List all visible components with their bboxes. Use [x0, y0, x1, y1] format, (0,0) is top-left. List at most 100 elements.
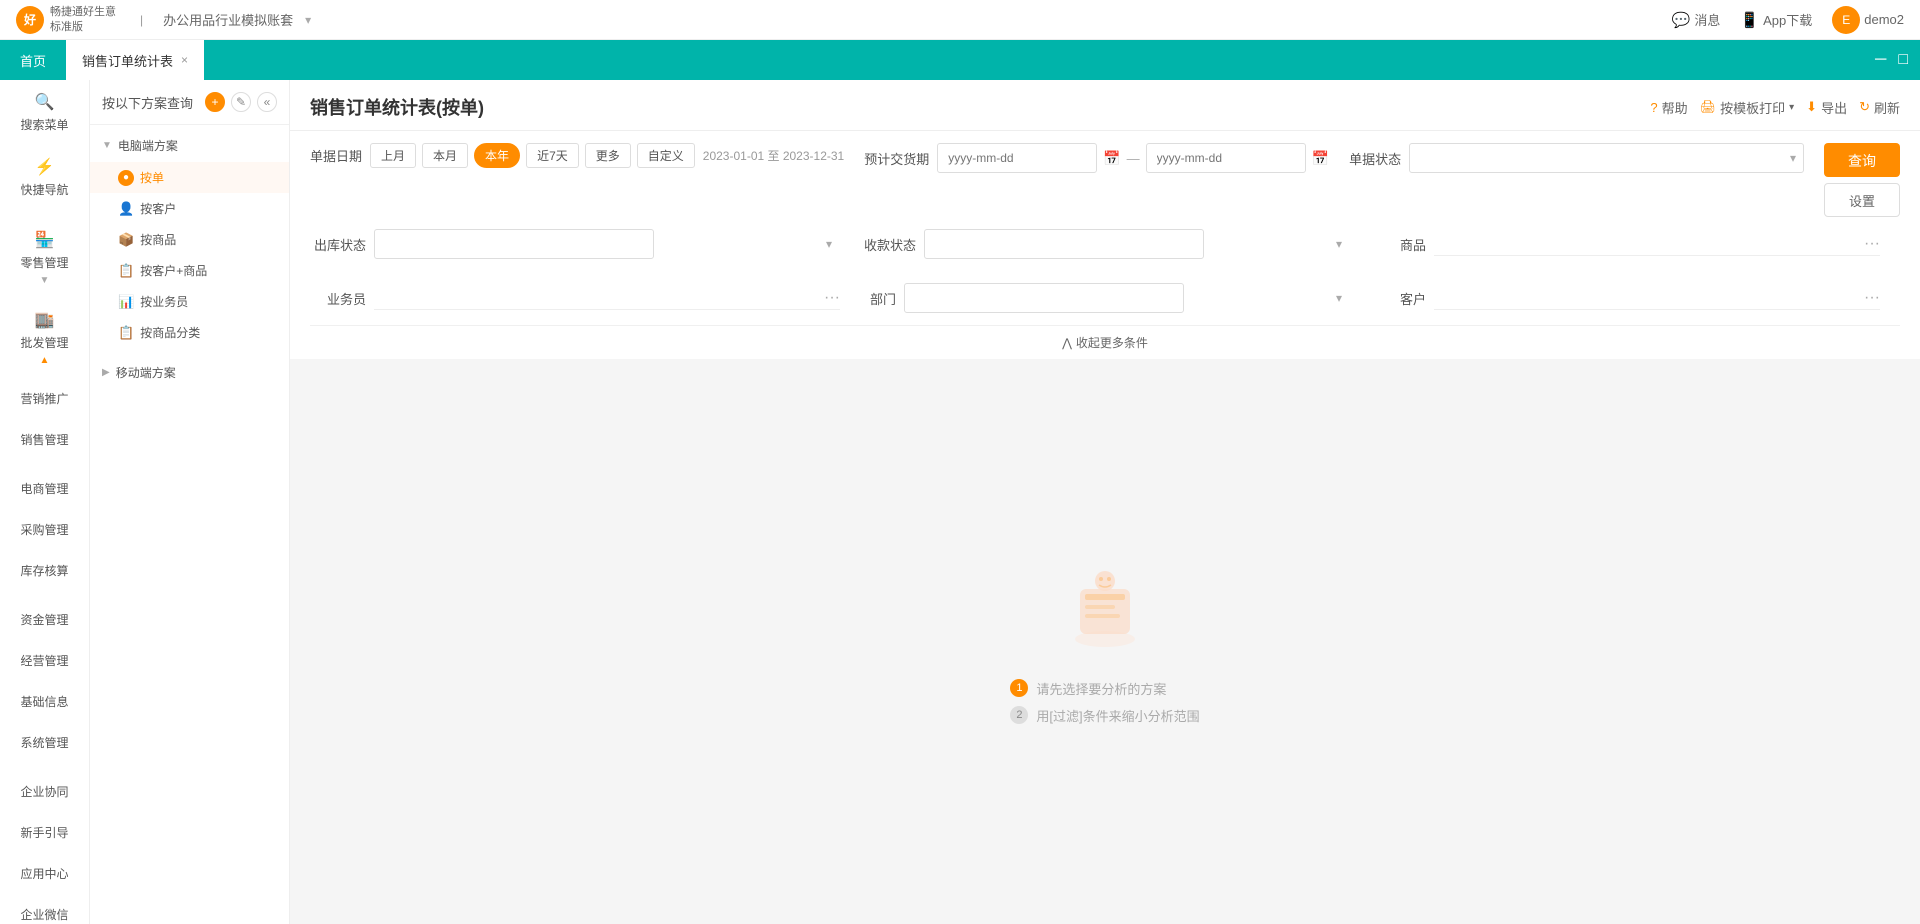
- goods-icon: 📦: [118, 232, 134, 248]
- delivery-status-select[interactable]: [374, 229, 654, 259]
- delivery-dropdown-icon: ▾: [826, 237, 832, 251]
- payment-status-label: 收款状态: [860, 235, 916, 254]
- sidebar-item-quick-nav[interactable]: ⚡ 快捷导航: [0, 145, 89, 210]
- pc-section-header[interactable]: ▼ 电脑端方案: [90, 129, 289, 162]
- sidebar-item-appstore[interactable]: 应用中心: [0, 853, 89, 894]
- doc-status-select[interactable]: [1409, 143, 1804, 173]
- scheme-by-category[interactable]: 📋 按商品分类: [90, 317, 289, 348]
- scheme-by-customer[interactable]: 👤 按客户: [90, 193, 289, 224]
- app-download-btn[interactable]: 📱 App下载: [1740, 10, 1812, 29]
- scheme-by-goods[interactable]: 📦 按商品: [90, 224, 289, 255]
- sidebar-item-sales[interactable]: 销售管理: [0, 419, 89, 460]
- tab-close-btn[interactable]: ×: [181, 53, 188, 67]
- logo-text: 畅捷通好生意 标准版: [50, 5, 116, 34]
- mobile-section: ▶ 移动端方案: [90, 352, 289, 393]
- sidebar-item-system[interactable]: 系统管理: [0, 722, 89, 763]
- page-actions: ? 帮助 🖨 按模板打印 ▾ ⬇ 导出 ↻: [1650, 98, 1900, 117]
- message-icon: 💬: [1672, 11, 1691, 29]
- tab-bar-actions: ─ □: [1875, 51, 1920, 69]
- date-label: 单据日期: [310, 146, 362, 165]
- scheme-by-order[interactable]: ● 按单: [90, 162, 289, 193]
- template-print-btn[interactable]: 🖨 按模板打印 ▾: [1700, 98, 1795, 117]
- top-bar: 好 畅捷通好生意 标准版 | 办公用品行业模拟账套 ▾ 💬 消息 📱 App下载…: [0, 0, 1920, 40]
- industry-label: 办公用品行业模拟账套: [163, 10, 293, 29]
- sidebar-item-purchase[interactable]: 采购管理: [0, 509, 89, 550]
- sidebar-item-marketing[interactable]: 营销推广: [0, 378, 89, 419]
- sidebar-item-operation[interactable]: 经营管理: [0, 640, 89, 681]
- empty-tip-1: 1 请先选择要分析的方案: [1010, 679, 1199, 698]
- sidebar-item-basic[interactable]: 基础信息: [0, 681, 89, 722]
- message-btn[interactable]: 💬 消息: [1672, 10, 1721, 29]
- customer-input[interactable]: [1434, 287, 1860, 309]
- search-btn[interactable]: 查询: [1824, 143, 1900, 177]
- date-btn-this-year[interactable]: 本年: [474, 143, 520, 168]
- edit-scheme-btn[interactable]: ✎: [231, 92, 251, 112]
- filter-section: 单据日期 上月 本月 本年 近7天 更多 自定义 2023-01-01 至 20…: [290, 131, 1920, 359]
- collapse-icon: ⋀: [1062, 336, 1072, 350]
- tab-sales-stats[interactable]: 销售订单统计表 ×: [66, 40, 204, 80]
- scheme-by-customer-goods[interactable]: 📋 按客户+商品: [90, 255, 289, 286]
- collapse-bar[interactable]: ⋀ 收起更多条件: [310, 325, 1900, 359]
- sidebar-item-finance[interactable]: 资金管理: [0, 599, 89, 640]
- main-content: 销售订单统计表(按单) ? 帮助 🖨 按模板打印 ▾ ⬇: [290, 80, 1920, 924]
- sidebar-item-wechat[interactable]: 企业微信: [0, 894, 89, 924]
- date-btn-custom[interactable]: 自定义: [637, 143, 695, 168]
- industry-dropdown-icon[interactable]: ▾: [305, 13, 311, 27]
- scheme-by-salesperson[interactable]: 📊 按业务员: [90, 286, 289, 317]
- tab-minimize-btn[interactable]: ─: [1875, 51, 1886, 69]
- date-btn-more[interactable]: 更多: [585, 143, 631, 168]
- left-panel-actions: + ✎ «: [205, 92, 277, 112]
- chevron-right-icon-mobile: ▶: [102, 367, 110, 378]
- collapse-panel-btn[interactable]: «: [257, 92, 277, 112]
- goods-input[interactable]: [1434, 233, 1860, 255]
- sidebar-item-retail[interactable]: 🏪 零售管理 ▼: [0, 218, 89, 298]
- tab-home[interactable]: 首页: [0, 40, 66, 80]
- customer-more-icon[interactable]: ···: [1864, 289, 1880, 307]
- user-menu[interactable]: E demo2: [1832, 6, 1904, 34]
- department-label: 部门: [860, 289, 896, 308]
- refresh-btn[interactable]: ↻ 刷新: [1859, 98, 1900, 117]
- delivery-date-end[interactable]: [1146, 143, 1306, 173]
- add-scheme-btn[interactable]: +: [205, 92, 225, 112]
- sidebar-item-ecommerce[interactable]: 电商管理: [0, 468, 89, 509]
- date-btn-last-month[interactable]: 上月: [370, 143, 416, 168]
- sidebar-item-wholesale[interactable]: 🏬 批发管理 ▲: [0, 298, 89, 378]
- left-panel: 按以下方案查询 + ✎ « ▼ 电脑端方案 ● 按单 👤 按客户: [90, 80, 290, 924]
- top-bar-left: 好 畅捷通好生意 标准版 | 办公用品行业模拟账套 ▾: [16, 5, 311, 34]
- salesperson-icon: 📊: [118, 294, 134, 310]
- empty-illustration: [1055, 559, 1155, 659]
- sidebar-item-newbie[interactable]: 新手引导: [0, 812, 89, 853]
- avatar: E: [1832, 6, 1860, 34]
- sidebar-item-enterprise[interactable]: 企业协同: [0, 771, 89, 812]
- tab-maximize-btn[interactable]: □: [1898, 51, 1908, 69]
- help-btn[interactable]: ? 帮助: [1650, 98, 1687, 117]
- sidebar: 🔍 搜索菜单 ⚡ 快捷导航 🏪 零售管理 ▼ 🏬 批发管理 ▲ 营销推广 销售管…: [0, 80, 90, 924]
- sidebar-item-search-menu[interactable]: 🔍 搜索菜单: [0, 80, 89, 145]
- customer-filter-label: 客户: [1390, 289, 1426, 308]
- content-area: 按以下方案查询 + ✎ « ▼ 电脑端方案 ● 按单 👤 按客户: [90, 80, 1920, 924]
- export-btn[interactable]: ⬇ 导出: [1806, 98, 1847, 117]
- settings-btn[interactable]: 设置: [1824, 183, 1900, 217]
- customer-goods-icon: 📋: [118, 263, 134, 279]
- help-icon: ?: [1650, 100, 1657, 115]
- chevron-up-icon: ▲: [40, 355, 50, 366]
- goods-more-icon[interactable]: ···: [1864, 235, 1880, 253]
- mobile-section-header[interactable]: ▶ 移动端方案: [90, 356, 289, 389]
- date-btn-this-month[interactable]: 本月: [422, 143, 468, 168]
- date-btn-last-7[interactable]: 近7天: [526, 143, 579, 168]
- logo-area: 好 畅捷通好生意 标准版: [16, 5, 116, 34]
- salesperson-more-icon[interactable]: ···: [824, 289, 840, 307]
- sidebar-item-inventory[interactable]: 库存核算: [0, 550, 89, 591]
- export-icon: ⬇: [1806, 99, 1817, 115]
- category-icon: 📋: [118, 325, 134, 341]
- empty-tips: 1 请先选择要分析的方案 2 用[过滤]条件来缩小分析范围: [1010, 679, 1199, 725]
- dept-dropdown-icon: ▾: [1336, 291, 1342, 305]
- salesperson-input[interactable]: [374, 287, 820, 309]
- refresh-icon: ↻: [1859, 99, 1870, 115]
- delivery-date-start[interactable]: [937, 143, 1097, 173]
- payment-dropdown-icon: ▾: [1336, 237, 1342, 251]
- department-select[interactable]: [904, 283, 1184, 313]
- payment-status-select[interactable]: [924, 229, 1204, 259]
- left-panel-header: 按以下方案查询 + ✎ «: [90, 80, 289, 125]
- print-dropdown-icon: ▾: [1789, 102, 1794, 113]
